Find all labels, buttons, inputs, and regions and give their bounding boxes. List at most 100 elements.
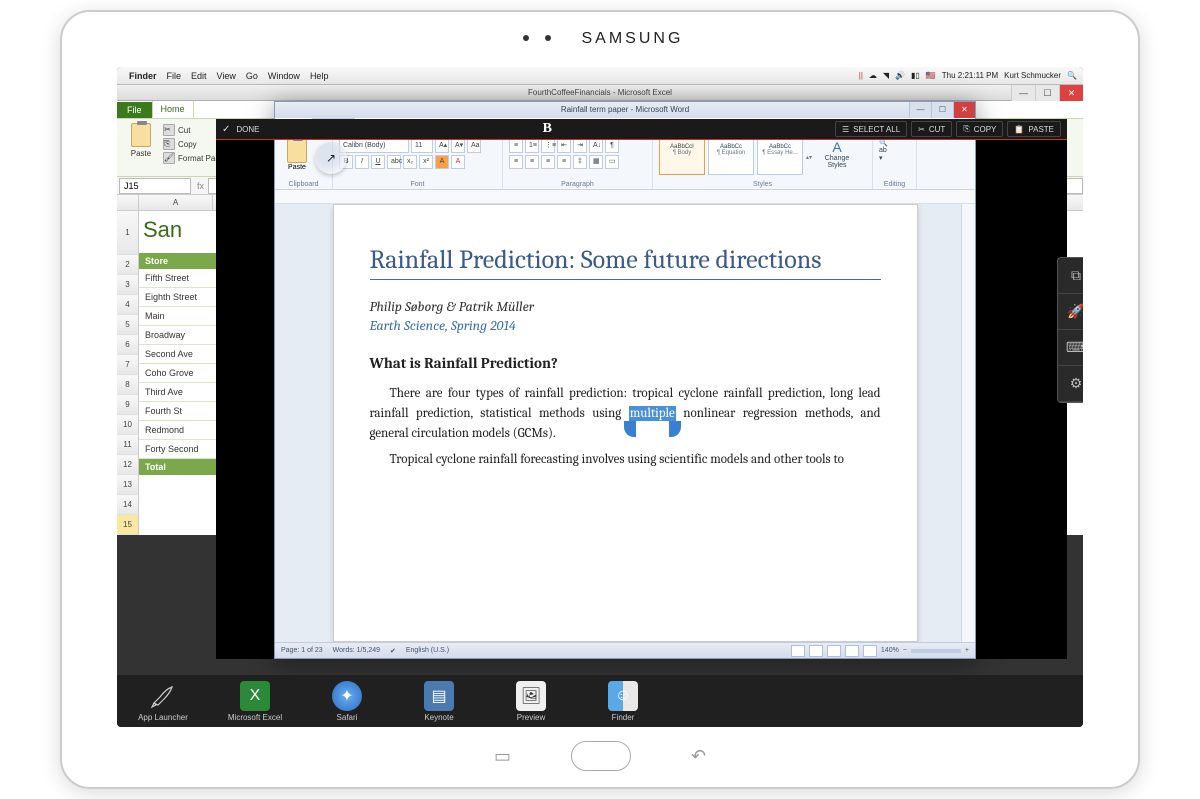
excel-name-box[interactable]: J15: [119, 178, 191, 194]
shrink-font-button[interactable]: A▾: [451, 139, 465, 153]
justify-button[interactable]: ≡: [557, 155, 571, 169]
row-header[interactable]: 10: [117, 415, 139, 435]
word-editing-group[interactable]: 🔍ab▾: [879, 139, 910, 162]
sort-button[interactable]: A↓: [589, 139, 603, 153]
parallels-cut-button[interactable]: ✂CUT: [911, 121, 952, 137]
row-header[interactable]: 5: [117, 315, 139, 335]
status-volume-icon[interactable]: 🔊: [895, 71, 905, 80]
word-font-size[interactable]: 11: [411, 139, 433, 153]
change-case-button[interactable]: Aa: [467, 139, 481, 153]
menu-help[interactable]: Help: [310, 71, 329, 81]
borders-button[interactable]: ▭: [605, 155, 619, 169]
row-header[interactable]: 11: [117, 435, 139, 455]
word-ruler[interactable]: [275, 190, 975, 204]
back-button[interactable]: ↶: [691, 746, 706, 767]
excel-select-all-corner[interactable]: [117, 195, 139, 210]
fx-icon[interactable]: fx: [193, 181, 208, 191]
zoom-slider[interactable]: [911, 649, 961, 653]
status-language[interactable]: English (U.S.): [406, 647, 449, 654]
spotlight-icon[interactable]: 🔍: [1067, 71, 1077, 80]
parallels-select-all-button[interactable]: ☰SELECT ALL: [835, 121, 907, 137]
menu-edit[interactable]: Edit: [191, 71, 207, 81]
indent-dec-button[interactable]: ⇤: [557, 139, 571, 153]
multilevel-button[interactable]: ⋮≡: [541, 139, 555, 153]
word-scrollbar[interactable]: [961, 204, 975, 642]
status-zoom[interactable]: 140%: [881, 647, 899, 654]
underline-button[interactable]: U: [371, 155, 385, 169]
numbering-button[interactable]: 1≡: [525, 139, 539, 153]
panel-settings-icon[interactable]: ⚙: [1058, 366, 1083, 402]
font-color-button[interactable]: A: [451, 155, 465, 169]
menu-window[interactable]: Window: [268, 71, 300, 81]
strike-button[interactable]: abc: [387, 155, 401, 169]
panel-keyboard-icon[interactable]: ⌨: [1058, 330, 1083, 366]
row-header[interactable]: 6: [117, 335, 139, 355]
menu-go[interactable]: Go: [246, 71, 258, 81]
col-header[interactable]: A: [139, 195, 213, 210]
status-words[interactable]: Words: 1/5,249: [333, 647, 380, 654]
selection-handle-left[interactable]: [624, 421, 636, 437]
recent-apps-button[interactable]: ▭: [494, 746, 511, 767]
word-min-button[interactable]: —: [909, 102, 931, 118]
home-button[interactable]: [571, 741, 631, 771]
status-cloud-icon[interactable]: ☁: [869, 71, 877, 80]
row-header[interactable]: 8: [117, 375, 139, 395]
panel-launcher-icon[interactable]: 🚀: [1058, 294, 1083, 330]
style-body[interactable]: AaBbCcI¶ Body: [659, 139, 705, 175]
panel-windows-icon[interactable]: ⧉: [1058, 258, 1083, 294]
subscript-button[interactable]: x₂: [403, 155, 417, 169]
parallels-paste-button[interactable]: 📋PASTE: [1007, 121, 1061, 137]
selected-text[interactable]: multiple: [629, 406, 676, 421]
word-paste-button[interactable]: Paste: [281, 139, 313, 171]
align-right-button[interactable]: ≡: [541, 155, 555, 169]
bullets-button[interactable]: ≡: [509, 139, 523, 153]
row-header[interactable]: 2: [117, 255, 139, 275]
view-web-button[interactable]: [827, 645, 841, 657]
menubar-user[interactable]: Kurt Schmucker: [1004, 71, 1061, 80]
menubar-app[interactable]: Finder: [129, 71, 157, 81]
menu-view[interactable]: View: [217, 71, 236, 81]
view-draft-button[interactable]: [863, 645, 877, 657]
row-header[interactable]: 13: [117, 475, 139, 495]
zoom-out-button[interactable]: −: [903, 647, 907, 654]
parallels-done-button[interactable]: ✓ DONE: [222, 124, 260, 135]
row-header[interactable]: 4: [117, 295, 139, 315]
shading-button[interactable]: ▦: [589, 155, 603, 169]
row-header-selected[interactable]: 15: [117, 515, 139, 535]
word-font-select[interactable]: Calibri (Body): [339, 139, 409, 153]
selection-handle-right[interactable]: [669, 421, 681, 437]
row-header[interactable]: 3: [117, 275, 139, 295]
align-left-button[interactable]: ≡: [509, 155, 523, 169]
row-header[interactable]: 7: [117, 355, 139, 375]
word-max-button[interactable]: ☐: [931, 102, 953, 118]
superscript-button[interactable]: x²: [419, 155, 433, 169]
italic-button[interactable]: I: [355, 155, 369, 169]
dock-safari[interactable]: ✦ Safari: [311, 681, 383, 722]
row-header[interactable]: 14: [117, 495, 139, 515]
highlight-button[interactable]: A: [435, 155, 449, 169]
view-fullscreen-button[interactable]: [809, 645, 823, 657]
excel-close-button[interactable]: ✕: [1059, 85, 1083, 101]
excel-min-button[interactable]: —: [1011, 85, 1035, 101]
change-styles-button[interactable]: A Change Styles: [819, 139, 855, 175]
show-marks-button[interactable]: ¶: [605, 139, 619, 153]
row-header[interactable]: 12: [117, 455, 139, 475]
excel-home-tab[interactable]: Home: [152, 100, 194, 118]
excel-file-tab[interactable]: File: [117, 102, 152, 118]
menubar-clock[interactable]: Thu 2:21:11 PM: [942, 71, 998, 80]
dock-keynote[interactable]: ▤ Keynote: [403, 681, 475, 722]
dock-finder[interactable]: ☺ Finder: [587, 681, 659, 722]
view-print-button[interactable]: [791, 645, 805, 657]
line-spacing-button[interactable]: ‡: [573, 155, 587, 169]
dock-excel[interactable]: X Microsoft Excel: [219, 681, 291, 722]
status-battery-icon[interactable]: ▮▯: [911, 71, 920, 80]
status-parallels-icon[interactable]: ||: [859, 71, 863, 80]
dock-preview[interactable]: 🖼 Preview: [495, 681, 567, 722]
word-page[interactable]: Rainfall Prediction: Some future directi…: [333, 204, 918, 642]
row-header[interactable]: 1: [117, 211, 139, 255]
word-close-button[interactable]: ✕: [953, 102, 975, 118]
grow-font-button[interactable]: A▴: [435, 139, 449, 153]
dock-app-launcher[interactable]: App Launcher: [127, 681, 199, 722]
excel-max-button[interactable]: ☐: [1035, 85, 1059, 101]
status-page[interactable]: Page: 1 of 23: [281, 647, 323, 654]
